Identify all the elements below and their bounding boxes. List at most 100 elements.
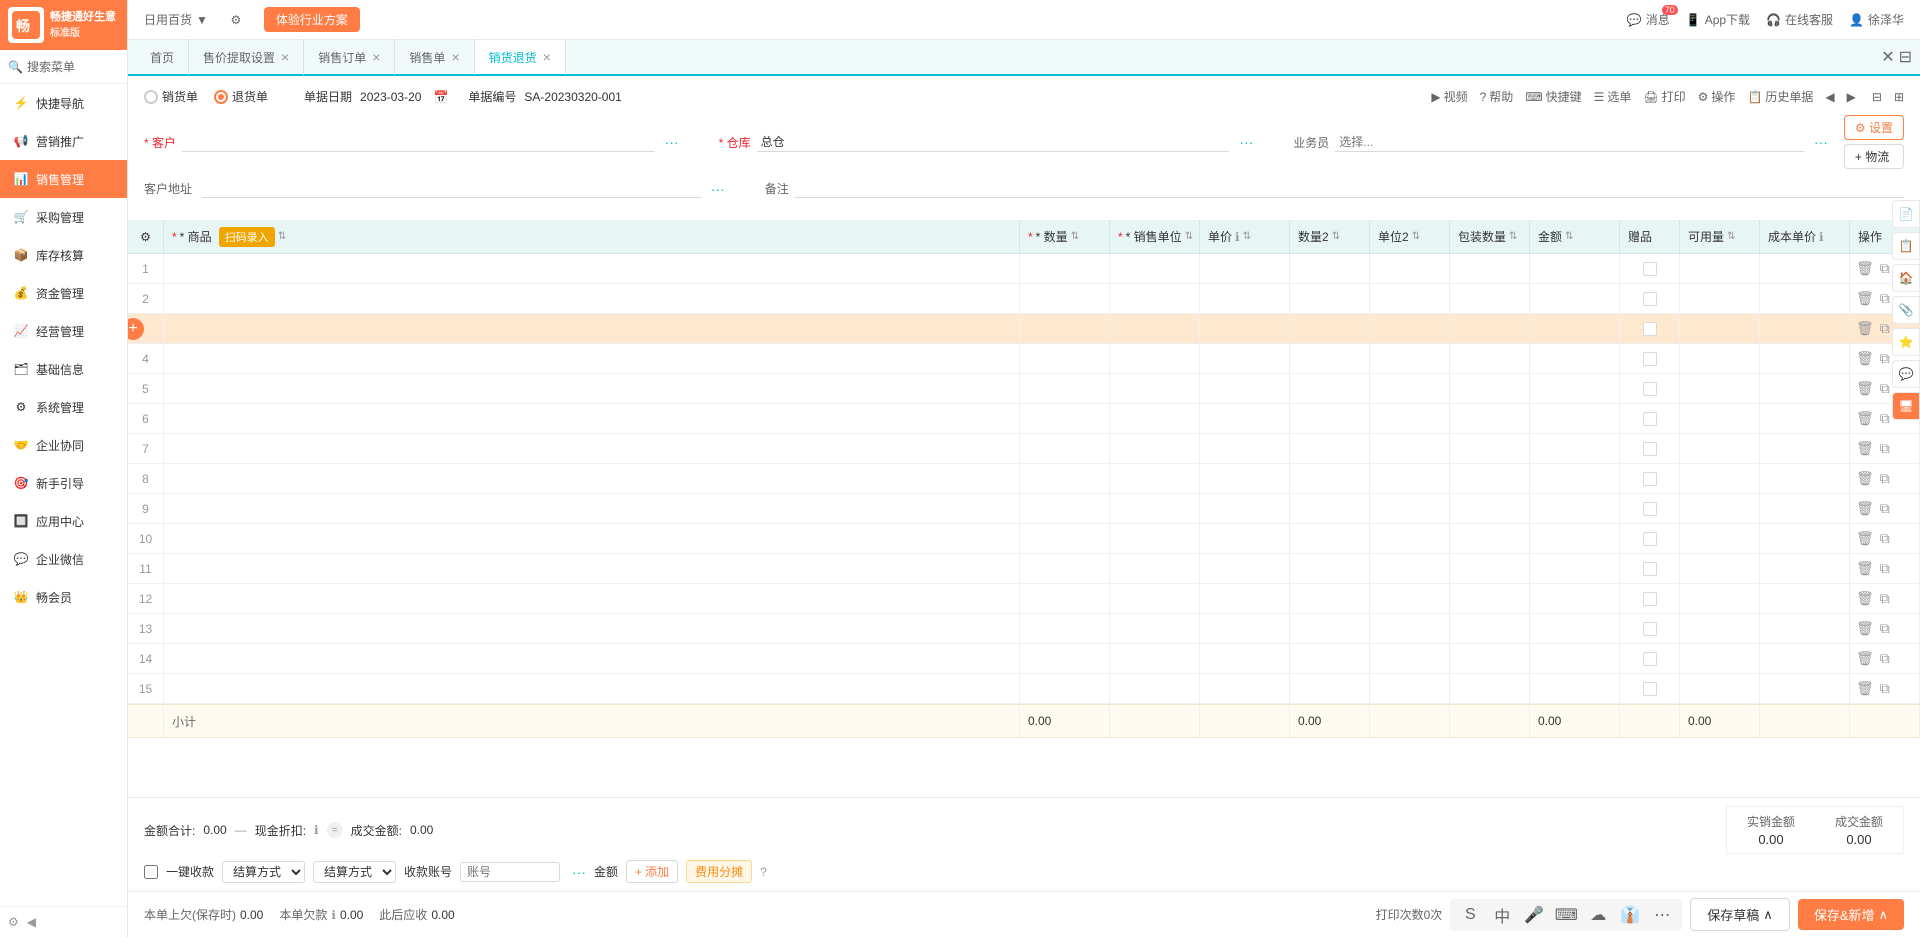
sidebar-item-marketing[interactable]: 📢 营销推广: [0, 122, 127, 160]
row-unit2[interactable]: [1370, 374, 1450, 403]
discount-info-icon[interactable]: ℹ: [314, 823, 319, 837]
gift-checkbox[interactable]: [1643, 382, 1657, 396]
row-cost[interactable]: [1760, 434, 1850, 463]
row-qty[interactable]: [1020, 554, 1110, 583]
row-gift[interactable]: [1620, 434, 1680, 463]
right-panel-icon-2[interactable]: 📋: [1892, 232, 1920, 260]
sidebar-item-guide[interactable]: 🎯 新手引导: [0, 464, 127, 502]
topbar-gear-btn[interactable]: ⚙: [224, 8, 248, 32]
row-product[interactable]: [164, 464, 1020, 493]
table-setting-btn[interactable]: ⚙: [128, 220, 164, 253]
row-cost[interactable]: [1760, 584, 1850, 613]
customer-input[interactable]: [182, 133, 655, 152]
row-qty2[interactable]: [1290, 284, 1370, 313]
gift-checkbox[interactable]: [1643, 502, 1657, 516]
sort-icon[interactable]: ⇅: [278, 231, 286, 242]
delete-icon[interactable]: 🗑: [1856, 590, 1874, 607]
copy-icon[interactable]: ⧉: [1880, 470, 1890, 487]
voice-icon[interactable]: 🎤: [1520, 901, 1548, 929]
sort-icon[interactable]: ⇅: [1071, 231, 1079, 242]
sort-icon[interactable]: ⇅: [1412, 231, 1420, 242]
row-product[interactable]: [164, 374, 1020, 403]
row-amount[interactable]: [1530, 674, 1620, 703]
row-price[interactable]: [1200, 674, 1290, 703]
row-product[interactable]: [164, 554, 1020, 583]
account-picker-btn[interactable]: ···: [572, 864, 586, 880]
row-qty2[interactable]: [1290, 614, 1370, 643]
row-gift[interactable]: [1620, 374, 1680, 403]
row-amount[interactable]: [1530, 584, 1620, 613]
radio-return[interactable]: 退货单: [214, 88, 268, 105]
gift-checkbox[interactable]: [1643, 262, 1657, 276]
tab-close-icon[interactable]: ×: [372, 49, 380, 65]
right-panel-icon-3[interactable]: 🏠: [1892, 264, 1920, 292]
radio-sales[interactable]: 销货单: [144, 88, 198, 105]
delete-icon[interactable]: 🗑: [1856, 680, 1874, 697]
row-pack[interactable]: [1450, 404, 1530, 433]
row-pack[interactable]: [1450, 644, 1530, 673]
row-qty2[interactable]: [1290, 674, 1370, 703]
app-download-btn[interactable]: 📱 App下载: [1686, 11, 1750, 28]
row-price[interactable]: [1200, 284, 1290, 313]
row-cost[interactable]: [1760, 554, 1850, 583]
staff-input[interactable]: [1335, 133, 1804, 152]
row-unit[interactable]: [1110, 614, 1200, 643]
row-price[interactable]: [1200, 344, 1290, 373]
row-pack[interactable]: [1450, 254, 1530, 283]
keyboard-icon[interactable]: ⌨: [1552, 901, 1580, 929]
delete-icon[interactable]: 🗑: [1856, 500, 1874, 517]
row-pack[interactable]: [1450, 434, 1530, 463]
row-avail[interactable]: [1680, 284, 1760, 313]
row-unit2[interactable]: [1370, 614, 1450, 643]
delete-icon[interactable]: 🗑: [1856, 290, 1874, 307]
row-product[interactable]: [164, 344, 1020, 373]
row-unit[interactable]: [1110, 434, 1200, 463]
right-panel-icon-5[interactable]: ⭐: [1892, 328, 1920, 356]
copy-icon[interactable]: ⧉: [1880, 350, 1890, 367]
row-unit2[interactable]: [1370, 464, 1450, 493]
copy-icon[interactable]: ⧉: [1880, 380, 1890, 397]
row-gift[interactable]: [1620, 344, 1680, 373]
warehouse-picker-btn[interactable]: ···: [1239, 134, 1253, 150]
row-qty[interactable]: [1020, 254, 1110, 283]
tab-close-all-btn[interactable]: ✕: [1881, 47, 1894, 67]
sidebar-item-system[interactable]: ⚙ 系统管理: [0, 388, 127, 426]
row-product[interactable]: [164, 284, 1020, 313]
row-pack[interactable]: [1450, 374, 1530, 403]
video-btn[interactable]: ▶ 视频: [1431, 88, 1467, 105]
address-input[interactable]: [202, 179, 701, 198]
row-amount[interactable]: [1530, 254, 1620, 283]
product-input[interactable]: [172, 322, 1011, 336]
save-draft-btn[interactable]: 保存草稿 ∧: [1690, 898, 1790, 931]
right-panel-icon-7[interactable]: 🖥: [1892, 392, 1920, 420]
row-qty2[interactable]: [1290, 524, 1370, 553]
nav-next-icon[interactable]: ▶: [1847, 90, 1856, 104]
help-btn[interactable]: ? 帮助: [1480, 88, 1514, 105]
row-price[interactable]: [1200, 434, 1290, 463]
row-gift[interactable]: [1620, 404, 1680, 433]
row-cost[interactable]: [1760, 614, 1850, 643]
row-pack[interactable]: [1450, 524, 1530, 553]
tab-home[interactable]: 首页: [136, 39, 189, 75]
row-cost[interactable]: [1760, 524, 1850, 553]
shirt-icon[interactable]: 👔: [1616, 901, 1644, 929]
row-qty[interactable]: [1020, 374, 1110, 403]
row-avail[interactable]: [1680, 434, 1760, 463]
row-avail[interactable]: [1680, 404, 1760, 433]
row-product[interactable]: [164, 254, 1020, 283]
sidebar-item-search[interactable]: 🔍 搜索菜单: [0, 50, 127, 84]
row-unit2[interactable]: [1370, 284, 1450, 313]
row-amount[interactable]: [1530, 344, 1620, 373]
row-unit[interactable]: [1110, 584, 1200, 613]
row-unit[interactable]: [1110, 254, 1200, 283]
experience-btn[interactable]: 体验行业方案: [264, 7, 360, 32]
row-qty2[interactable]: [1290, 644, 1370, 673]
row-gift[interactable]: [1620, 464, 1680, 493]
row-avail[interactable]: [1680, 524, 1760, 553]
row-cost[interactable]: [1760, 494, 1850, 523]
calc-method-select[interactable]: 结算方式: [222, 861, 305, 883]
row-pack[interactable]: [1450, 554, 1530, 583]
row-product[interactable]: [164, 404, 1020, 433]
delete-icon[interactable]: 🗑: [1856, 350, 1874, 367]
copy-icon[interactable]: ⧉: [1880, 440, 1890, 457]
